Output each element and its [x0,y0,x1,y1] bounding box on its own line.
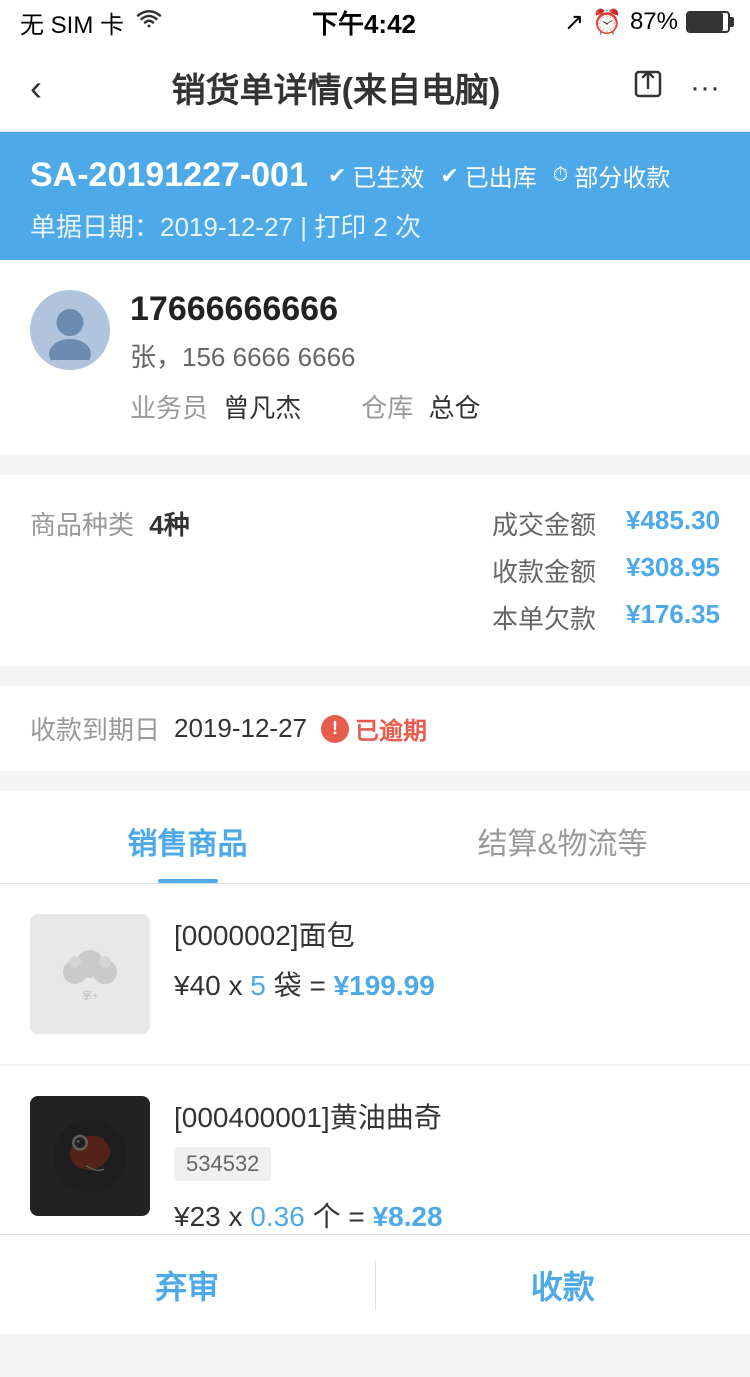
customer-contact: 张，156 6666 6666 [130,337,720,374]
product-price: ¥40 x 5 袋 = ¥199.99 [174,964,720,1004]
order-date: 单据日期：2019-12-27 | 打印 2 次 [30,207,720,244]
status-bar: 无 SIM 卡 下午4:42 ↗ ⏰ 87% [0,0,750,44]
cancel-button[interactable]: 弃审 [0,1242,375,1328]
customer-meta: 业务员 曾凡杰 仓库 总仓 [130,388,720,425]
confirm-button[interactable]: 收款 [376,1242,750,1328]
product-price-2: ¥23 x 0.36 个 = ¥8.28 [174,1195,720,1235]
product-thumbnail: 掌+ [30,914,150,1034]
back-button[interactable]: ‹ [30,67,42,109]
avatar [30,290,110,370]
product-total-2: ¥8.28 [373,1201,443,1232]
badge-shipped: ✔ 已出库 [440,158,536,193]
due-date-value: 2019-12-27 [174,713,307,744]
customer-section: 17666666666 张，156 6666 6666 业务员 曾凡杰 仓库 总… [0,260,750,455]
check-icon: ✔ [328,163,346,189]
list-item: 掌+ [0000002]面包 ¥40 x 5 袋 = ¥199.99 [0,884,750,1064]
nav-actions: ··· [630,66,720,110]
tabs: 销售商品 结算&物流等 [0,791,750,884]
more-button[interactable]: ··· [690,71,720,105]
bottom-bar: 弃审 收款 [0,1234,750,1334]
carrier-text: 无 SIM 卡 [20,5,124,40]
product-types: 商品种类 4种 [30,505,190,542]
products-list: 掌+ [0000002]面包 ¥40 x 5 袋 = ¥199.99 [0,884,750,1265]
order-header: SA-20191227-001 ✔ 已生效 ✔ 已出库 ⏱ 部分收款 单据日期：… [0,132,750,260]
nav-bar: ‹ 销货单详情(来自电脑) ··· [0,44,750,132]
product-details: [0000002]面包 ¥40 x 5 袋 = ¥199.99 [174,914,720,1004]
clock-icon: ⏱ [553,164,569,187]
svg-text:掌+: 掌+ [82,990,98,1002]
order-id: SA-20191227-001 [30,156,308,195]
status-left: 无 SIM 卡 [20,5,164,40]
banner-top: SA-20191227-001 ✔ 已生效 ✔ 已出库 ⏱ 部分收款 [30,156,720,195]
debt-amount-row: 本单欠款 ¥176.35 [492,599,720,636]
status-right: ↗ ⏰ 87% [564,8,730,37]
page-title: 销货单详情(来自电脑) [172,63,501,112]
tab-settlement[interactable]: 结算&物流等 [375,791,750,883]
share-button[interactable] [630,66,666,110]
due-label: 收款到期日 [30,710,160,747]
amount-stats: 成交金额 ¥485.30 收款金额 ¥308.95 本单欠款 ¥176.35 [492,505,720,636]
warehouse-field: 仓库 总仓 [361,388,480,425]
due-date-section: 收款到期日 2019-12-27 ! 已逾期 [0,686,750,771]
battery-icon [686,11,730,33]
overdue-badge: ! 已逾期 [321,711,427,746]
stats-section: 商品种类 4种 成交金额 ¥485.30 收款金额 ¥308.95 本单欠款 ¥… [0,475,750,666]
deal-amount-row: 成交金额 ¥485.30 [492,505,720,542]
customer-info: 17666666666 张，156 6666 6666 业务员 曾凡杰 仓库 总… [130,290,720,425]
product-sku: 534532 [174,1147,271,1181]
customer-account: 17666666666 [130,290,720,329]
product-name: [0000002]面包 [174,914,720,954]
battery-text: 87% [630,8,678,36]
overdue-icon: ! [321,715,349,743]
product-thumbnail-2 [30,1096,150,1216]
badge-partial: ⏱ 部分收款 [553,158,671,193]
badge-effective: ✔ 已生效 [328,158,424,193]
salesperson-field: 业务员 曾凡杰 [130,388,301,425]
product-total: ¥199.99 [334,970,435,1001]
product-details-2: [000400001]黄油曲奇 534532 ¥23 x 0.36 个 = ¥8… [174,1096,720,1235]
wifi-icon [134,8,164,37]
alarm-icon: ⏰ [592,8,622,37]
status-time: 下午4:42 [312,4,416,41]
product-qty-2: 0.36 [250,1201,305,1232]
received-amount-row: 收款金额 ¥308.95 [492,552,720,589]
check-icon-2: ✔ [440,163,458,189]
order-badges: ✔ 已生效 ✔ 已出库 ⏱ 部分收款 [328,158,670,193]
product-name-2: [000400001]黄油曲奇 [174,1096,720,1136]
product-qty: 5 [250,970,266,1001]
tab-sales-products[interactable]: 销售商品 [0,791,375,883]
location-icon: ↗ [564,8,584,37]
